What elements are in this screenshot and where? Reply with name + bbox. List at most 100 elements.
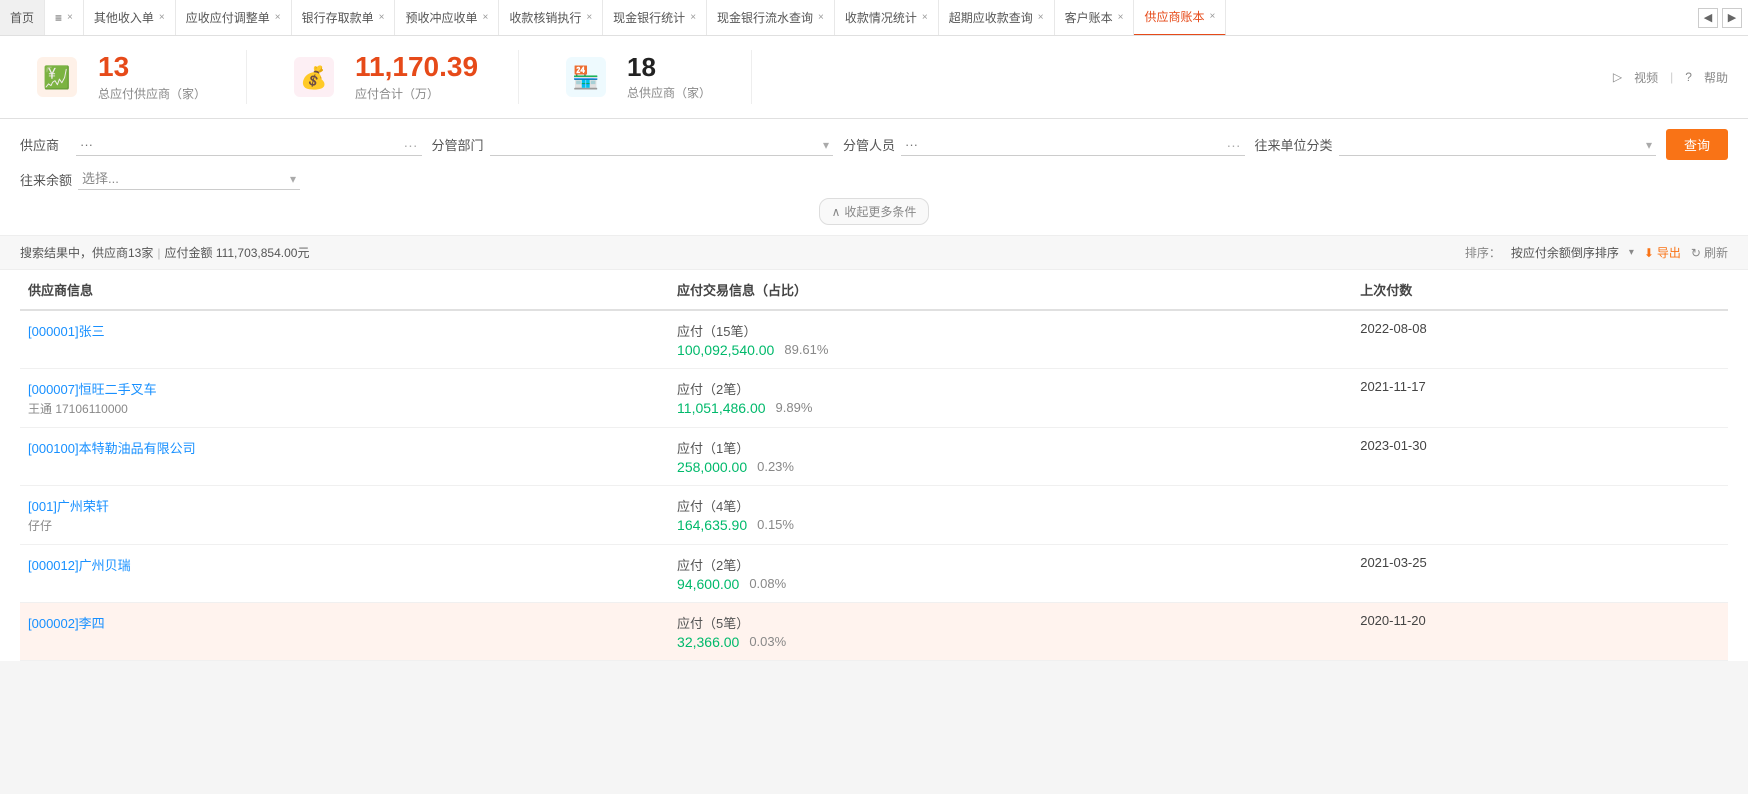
query-button[interactable]: 查询	[1666, 129, 1728, 160]
nav-tab-close-3[interactable]: ×	[275, 12, 281, 23]
total-suppliers-label: 总供应商（家）	[627, 84, 711, 101]
person-input-wrap: ···	[901, 134, 1244, 156]
export-button[interactable]: ⬇ 导出	[1644, 244, 1681, 261]
sort-select[interactable]: 按应付余额倒序排序	[1511, 246, 1634, 260]
dept-filter-label: 分管部门	[432, 135, 484, 154]
summary-card-3-text: 18 总供应商（家）	[627, 53, 711, 101]
top-navigation: 首页≡×其他收入单×应收应付调整单×银行存取款单×预收冲应收单×收款核销执行×现…	[0, 0, 1748, 36]
nav-tab-close-4[interactable]: ×	[379, 12, 385, 23]
supplier-info-cell-5: [000002]李四	[20, 603, 669, 661]
table-header: 供应商信息 应付交易信息（占比） 上次付数	[20, 270, 1728, 310]
tx-info-cell-5: 应付（5笔）32,366.000.03%	[669, 603, 1352, 661]
nav-tab-7[interactable]: 现金银行统计×	[603, 0, 707, 36]
tx-amount-2[interactable]: 258,000.00	[677, 459, 747, 475]
tx-amount-3[interactable]: 164,635.90	[677, 517, 747, 533]
tx-percent-0: 89.61%	[784, 342, 828, 357]
summary-card-3: 🏪 18 总供应商（家）	[519, 50, 752, 104]
payable-total-num: 11,170.39	[355, 52, 478, 83]
nav-tab-close-9[interactable]: ×	[922, 12, 928, 23]
nav-tab-4[interactable]: 银行存取款单 ×	[292, 0, 396, 36]
help-link[interactable]: 帮助	[1704, 69, 1728, 86]
nav-tab-6[interactable]: 收款核销执行×	[499, 0, 603, 36]
nav-tab-11[interactable]: 客户账本×	[1055, 0, 1135, 36]
table-row: [000100]本特勒油品有限公司 应付（1笔）258,000.000.23%20…	[20, 428, 1728, 486]
nav-tab-label-10: 超期应收款查询	[949, 9, 1033, 26]
refresh-button[interactable]: ↻ 刷新	[1691, 244, 1728, 261]
balance-filter-label: 往来余额	[20, 170, 72, 189]
tx-label-3: 应付（4笔）	[677, 499, 749, 514]
tx-amount-1[interactable]: 11,051,486.00	[677, 400, 766, 416]
payable-total-icon: 💰	[287, 50, 341, 104]
tx-amount-4[interactable]: 94,600.00	[677, 576, 739, 592]
nav-tab-label-9: 收款情况统计	[845, 9, 917, 26]
filter-balance: 往来余额 选择... ▾	[20, 168, 300, 190]
svg-text:🏪: 🏪	[572, 65, 599, 90]
nav-tab-close-5[interactable]: ×	[482, 12, 488, 23]
supplier-link-1[interactable]: [000007]恒旺二手叉车	[28, 382, 157, 397]
nav-tab-close-10[interactable]: ×	[1038, 12, 1044, 23]
video-link[interactable]: 视频	[1634, 69, 1658, 86]
supplier-link-0[interactable]: [000001]张三	[28, 324, 105, 339]
supplier-link-4[interactable]: [000012]广州贝瑞	[28, 558, 131, 573]
nav-tab-2[interactable]: 其他收入单 ×	[84, 0, 176, 36]
nav-tab-label-3: 应收应付调整单	[186, 9, 270, 26]
supplier-link-2[interactable]: [000100]本特勒油品有限公司	[28, 441, 196, 456]
category-select[interactable]	[1339, 134, 1656, 156]
nav-tab-label-8: 现金银行流水查询	[717, 9, 813, 26]
data-table-wrap: 供应商信息 应付交易信息（占比） 上次付数 [000001]张三应付（15笔）1…	[0, 270, 1748, 661]
total-payable-suppliers-num: 13	[98, 52, 206, 83]
nav-tab-close-11[interactable]: ×	[1118, 12, 1124, 23]
supplier-input[interactable]	[76, 134, 422, 156]
sort-select-wrap: 按应付余额倒序排序 ▾	[1511, 246, 1634, 260]
col-supplier-info: 供应商信息	[20, 270, 669, 310]
nav-tab-close-2[interactable]: ×	[159, 12, 165, 23]
last-pay-cell-5: 2020-11-20	[1352, 603, 1728, 661]
category-filter-label: 往来单位分类	[1255, 135, 1333, 154]
person-dots-icon[interactable]: ···	[1227, 137, 1241, 153]
supplier-info-cell-2: [000100]本特勒油品有限公司	[20, 428, 669, 486]
result-bar: 搜索结果中，供应商13家 | 应付金额 111,703,854.00元 排序： …	[0, 236, 1748, 270]
supplier-link-3[interactable]: [001]广州荣轩	[28, 499, 109, 514]
summary-helper-links: ▷ 视频 | ? 帮助	[1613, 69, 1728, 86]
result-separator: |	[157, 246, 160, 260]
nav-tab-label-4: 银行存取款单	[302, 9, 374, 26]
collapse-up-icon: ∧	[832, 205, 841, 219]
person-input[interactable]	[901, 134, 1244, 156]
nav-tab-close-12[interactable]: ×	[1209, 11, 1215, 22]
nav-tab-1[interactable]: ≡×	[45, 0, 84, 36]
nav-next-button[interactable]: ▶	[1722, 8, 1742, 28]
nav-tab-0[interactable]: 首页	[0, 0, 45, 36]
nav-tab-5[interactable]: 预收冲应收单×	[395, 0, 499, 36]
nav-arrows: ◀ ▶	[1692, 8, 1748, 28]
nav-tab-close-6[interactable]: ×	[586, 12, 592, 23]
nav-tab-close-8[interactable]: ×	[818, 12, 824, 23]
table-row: [000007]恒旺二手叉车王通 17106110000应付（2笔）11,051…	[20, 369, 1728, 428]
category-select-wrap: ▾	[1339, 134, 1656, 156]
tx-info-cell-2: 应付（1笔）258,000.000.23%	[669, 428, 1352, 486]
nav-tab-label-2: 其他收入单	[94, 9, 154, 26]
nav-tab-9[interactable]: 收款情况统计 ×	[835, 0, 939, 36]
supplier-filter-label: 供应商	[20, 135, 70, 154]
nav-tab-3[interactable]: 应收应付调整单 ×	[176, 0, 292, 36]
tx-amount-5[interactable]: 32,366.00	[677, 634, 739, 650]
nav-tab-12[interactable]: 供应商账本×	[1134, 0, 1226, 36]
collapse-button[interactable]: ∧ 收起更多条件	[819, 198, 930, 225]
dept-select[interactable]	[490, 134, 833, 156]
supplier-dots-icon[interactable]: ···	[404, 137, 418, 153]
nav-tab-8[interactable]: 现金银行流水查询 ×	[707, 0, 835, 36]
nav-tab-close-7[interactable]: ×	[690, 12, 696, 23]
nav-prev-button[interactable]: ◀	[1698, 8, 1718, 28]
last-pay-cell-4: 2021-03-25	[1352, 545, 1728, 603]
col-tx-info: 应付交易信息（占比）	[669, 270, 1352, 310]
filter-area: 供应商 ··· 分管部门 ▾ 分管人员 ···	[0, 119, 1748, 236]
dept-select-wrap: ▾	[490, 134, 833, 156]
nav-tab-close-1[interactable]: ×	[67, 12, 73, 23]
nav-tab-10[interactable]: 超期应收款查询 ×	[939, 0, 1055, 36]
last-pay-cell-2: 2023-01-30	[1352, 428, 1728, 486]
supplier-link-5[interactable]: [000002]李四	[28, 616, 105, 631]
tx-amount-0[interactable]: 100,092,540.00	[677, 342, 774, 358]
balance-select[interactable]: 选择...	[78, 168, 300, 190]
total-payable-suppliers-label: 总应付供应商（家）	[98, 85, 206, 102]
table-row: [000001]张三应付（15笔）100,092,540.0089.61%202…	[20, 310, 1728, 369]
filter-category: 往来单位分类 ▾	[1255, 134, 1657, 156]
